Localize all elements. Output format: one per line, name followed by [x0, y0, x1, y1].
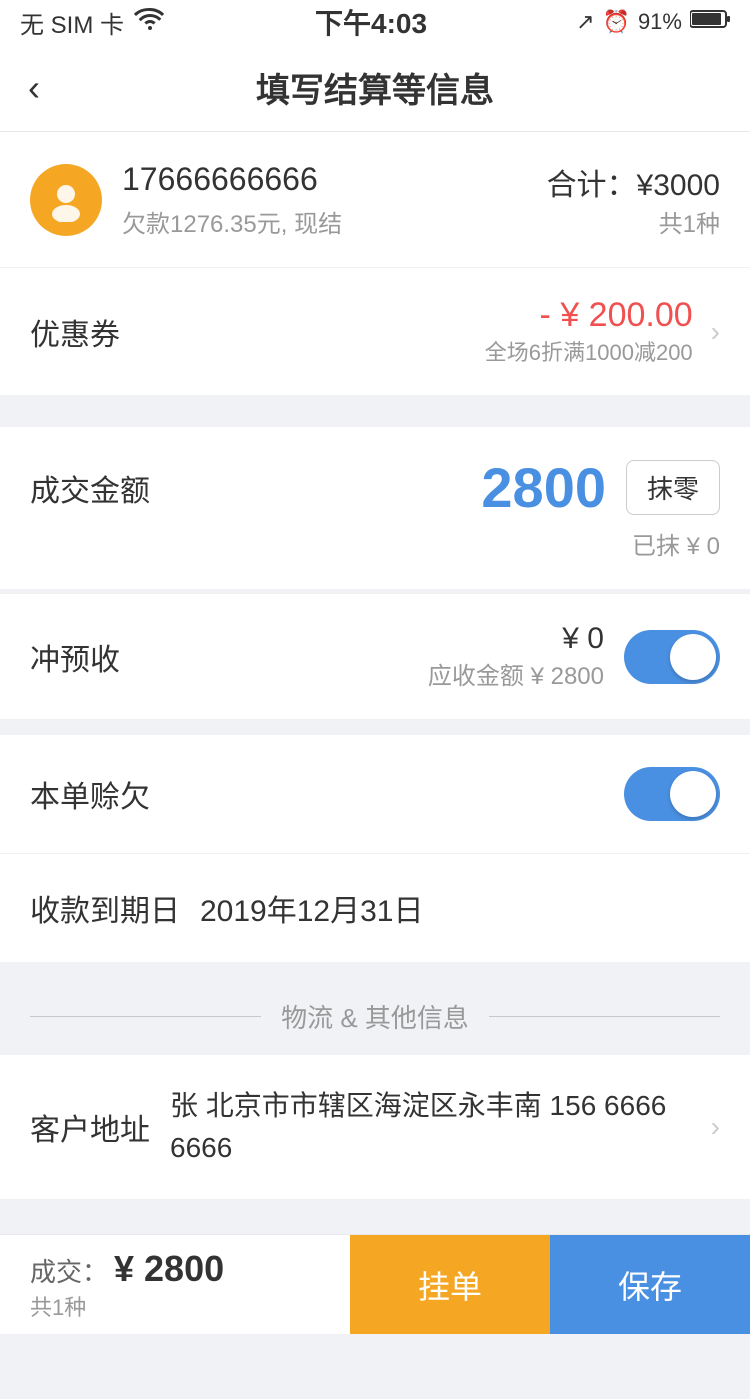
chevron-right-icon: › [711, 316, 720, 348]
nav-bar: ‹ 填写结算等信息 [0, 44, 750, 132]
separator-1 [0, 411, 750, 427]
location-icon: ↗ [576, 9, 594, 35]
address-chevron-icon: › [711, 1111, 720, 1143]
bottom-deal-row: 成交： ¥ 2800 [30, 1248, 320, 1290]
wifi-icon [134, 8, 166, 37]
logistics-header: 物流 & 其他信息 [0, 978, 750, 1055]
prepay-right: ¥ 0 应收金额 ¥ 2800 [428, 622, 720, 691]
credit-row: 本单赊欠 [0, 735, 750, 853]
due-date-row: 收款到期日 2019年12月31日 [0, 853, 750, 962]
bottom-info: 成交： ¥ 2800 共1种 [0, 1235, 350, 1334]
customer-right: 合计：¥3000 共1种 [547, 160, 720, 239]
address-value: 张 北京市市辖区海淀区永丰南 156 6666 6666 [170, 1085, 683, 1169]
prepay-amount: ¥ 0 [428, 622, 604, 656]
coupon-label: 优惠券 [30, 310, 120, 354]
battery-text: 91% [638, 9, 682, 35]
due-date-label: 收款到期日 [30, 886, 180, 930]
customer-left: 17666666666 欠款1276.35元, 现结 [30, 161, 342, 239]
coupon-info: - ¥ 200.00 全场6折满1000减200 [485, 296, 693, 367]
save-button[interactable]: 保存 [550, 1235, 750, 1334]
bottom-bar: 成交： ¥ 2800 共1种 挂单 保存 [0, 1234, 750, 1334]
logistics-line-left [30, 1016, 261, 1017]
bottom-amount: ¥ 2800 [114, 1248, 224, 1290]
status-time: 下午4:03 [315, 2, 427, 42]
coupon-right: - ¥ 200.00 全场6折满1000减200 › [485, 296, 720, 367]
back-button[interactable]: ‹ [28, 67, 40, 109]
due-date-value: 2019年12月31日 [200, 886, 423, 930]
address-row[interactable]: 客户地址 张 北京市市辖区海淀区永丰南 156 6666 6666 › [0, 1055, 750, 1199]
status-left: 无 SIM 卡 [20, 5, 166, 40]
customer-info: 17666666666 欠款1276.35元, 现结 [122, 161, 342, 239]
logistics-line-right [489, 1016, 720, 1017]
deal-amount-area: 2800 抹零 [481, 455, 720, 520]
alarm-icon: ⏰ [603, 9, 630, 35]
nav-title: 填写结算等信息 [256, 63, 494, 112]
separator-3 [0, 962, 750, 978]
logistics-title: 物流 & 其他信息 [281, 998, 469, 1035]
customer-debt: 欠款1276.35元, 现结 [122, 204, 342, 239]
prepay-row: 冲预收 ¥ 0 应收金额 ¥ 2800 [0, 593, 750, 719]
round-zero-button[interactable]: 抹零 [626, 460, 720, 515]
bottom-count: 共1种 [30, 1290, 320, 1322]
credit-label: 本单赊欠 [30, 772, 150, 816]
prepay-value-area: ¥ 0 应收金额 ¥ 2800 [428, 622, 604, 691]
deal-amount-section: 成交金额 2800 抹零 已抹 ¥ 0 [0, 427, 750, 589]
hang-button[interactable]: 挂单 [350, 1235, 550, 1334]
customer-row: 17666666666 欠款1276.35元, 现结 合计：¥3000 共1种 [0, 132, 750, 267]
prepay-desc: 应收金额 ¥ 2800 [428, 656, 604, 691]
coupon-row[interactable]: 优惠券 - ¥ 200.00 全场6折满1000减200 › [0, 267, 750, 395]
coupon-desc: 全场6折满1000减200 [485, 335, 693, 367]
battery-icon [690, 9, 730, 35]
total-count: 共1种 [547, 204, 720, 239]
coupon-value: - ¥ 200.00 [485, 296, 693, 335]
deal-already-text: 已抹 ¥ 0 [30, 526, 720, 561]
prepay-toggle[interactable] [624, 630, 720, 684]
customer-phone: 17666666666 [122, 161, 342, 198]
deal-amount-row: 成交金额 2800 抹零 [30, 455, 720, 520]
carrier-text: 无 SIM 卡 [20, 5, 124, 40]
bottom-deal-label: 成交： [30, 1252, 108, 1289]
avatar [30, 164, 102, 236]
status-bar: 无 SIM 卡 下午4:03 ↗ ⏰ 91% [0, 0, 750, 44]
deal-amount-value: 2800 [481, 455, 606, 520]
status-right: ↗ ⏰ 91% [576, 9, 730, 35]
deal-amount-label: 成交金额 [30, 466, 150, 510]
prepay-label: 冲预收 [30, 635, 120, 679]
credit-toggle[interactable] [624, 767, 720, 821]
total-amount: 合计：¥3000 [547, 160, 720, 204]
separator-2 [0, 719, 750, 735]
address-label: 客户地址 [30, 1105, 150, 1149]
customer-info-card: 17666666666 欠款1276.35元, 现结 合计：¥3000 共1种 … [0, 132, 750, 395]
